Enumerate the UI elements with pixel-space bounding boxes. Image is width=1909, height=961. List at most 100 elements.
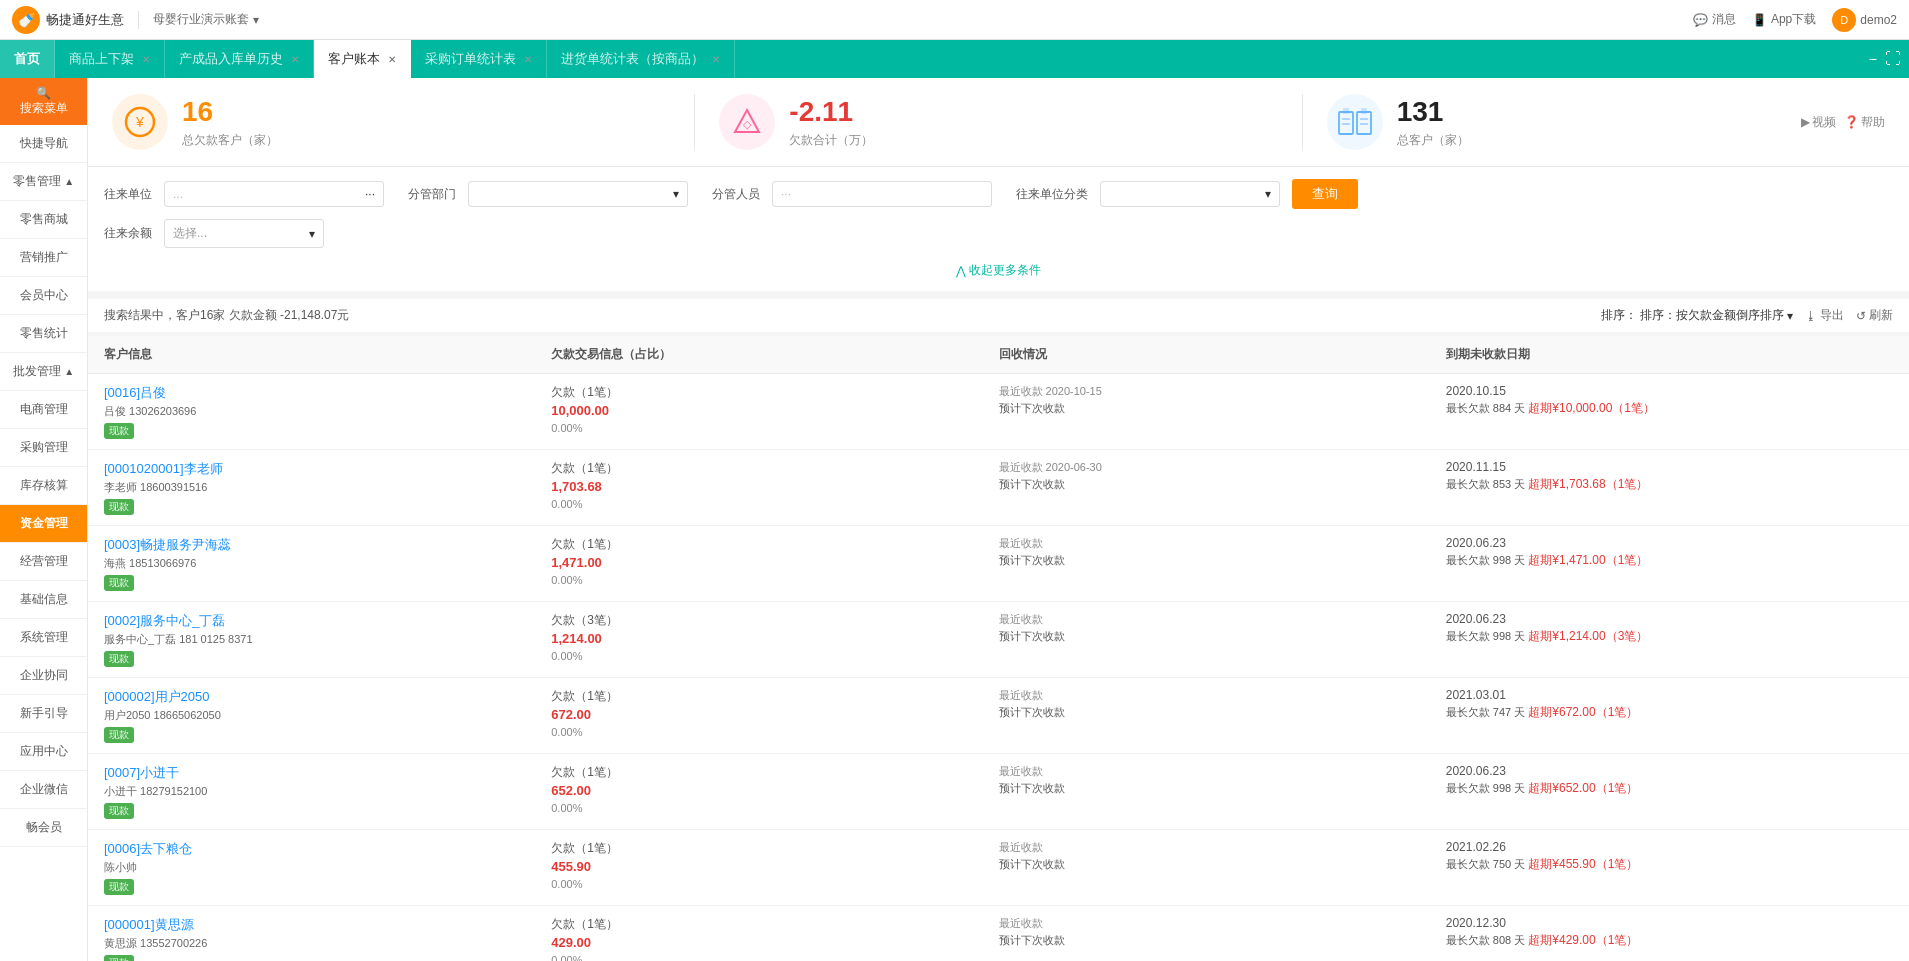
overdue-amount-5[interactable]: 超期¥672.00（1笔）	[1528, 705, 1638, 719]
sidebar-item-wholesale[interactable]: 批发管理 ▲	[0, 353, 87, 391]
customer-name-8[interactable]: [000001]黄思源	[104, 916, 551, 934]
balance-select[interactable]: 选择... ▾	[164, 219, 324, 248]
message-btn[interactable]: 💬 消息	[1693, 11, 1736, 28]
debt-count-7: 欠款（1笔）	[551, 840, 998, 857]
customer-name-6[interactable]: [0007]小迸干	[104, 764, 551, 782]
tab-home[interactable]: 首页	[0, 40, 55, 78]
debt-percent-2: 0.00%	[551, 498, 998, 510]
customer-cell-7: [0006]去下粮仓 陈小帅 现款	[104, 840, 551, 895]
sidebar-item-apps[interactable]: 应用中心	[0, 733, 87, 771]
last-collection-1: 最近收款 2020-10-15	[999, 384, 1446, 399]
debt-cell-2: 欠款（1笔） 1,703.68 0.00%	[551, 460, 998, 510]
store-chevron-icon: ▾	[253, 13, 259, 27]
help-btn[interactable]: ❓ 帮助	[1844, 114, 1885, 131]
next-collection-4: 预计下次收款	[999, 629, 1446, 644]
overdue-amount-7[interactable]: 超期¥455.90（1笔）	[1528, 857, 1638, 871]
unit-category-select[interactable]: ▾	[1100, 181, 1280, 207]
customer-name-1[interactable]: [0016]吕俊	[104, 384, 551, 402]
debt-percent-6: 0.00%	[551, 802, 998, 814]
tab-purchase-stats[interactable]: 采购订单统计表 ✕	[411, 40, 547, 78]
sidebar-search[interactable]: 🔍 搜索菜单	[0, 78, 87, 125]
sort-chevron-icon[interactable]: ▾	[1787, 309, 1793, 323]
video-icon: ▶	[1801, 115, 1810, 129]
next-collection-6: 预计下次收款	[999, 781, 1446, 796]
debt-count-4: 欠款（3笔）	[551, 612, 998, 629]
tab-inbound-stats-close[interactable]: ✕	[712, 54, 720, 65]
sidebar-item-guide[interactable]: 新手引导	[0, 695, 87, 733]
table-header: 客户信息 欠款交易信息（占比） 回收情况 到期未收款日期	[88, 336, 1909, 374]
store-selector[interactable]: 母婴行业演示账套 ▾	[153, 11, 259, 28]
nav-minimize-icon[interactable]: －	[1865, 49, 1881, 70]
sidebar-item-operations[interactable]: 经营管理	[0, 543, 87, 581]
export-btn[interactable]: ⭳ 导出	[1805, 307, 1844, 324]
query-button[interactable]: 查询	[1292, 179, 1358, 209]
tab-customer-ledger-close[interactable]: ✕	[388, 54, 396, 65]
table-row: [0006]去下粮仓 陈小帅 现款 欠款（1笔） 455.90 0.00% 最近…	[88, 830, 1909, 906]
debt-percent-7: 0.00%	[551, 878, 998, 890]
table-row: [0007]小迸干 小迸干 18279152100 现款 欠款（1笔） 652.…	[88, 754, 1909, 830]
sidebar-item-retail-mgmt[interactable]: 零售管理 ▲	[0, 163, 87, 201]
app-download-btn[interactable]: 📱 App下载	[1752, 11, 1816, 28]
sidebar-item-retail-mall[interactable]: 零售商城	[0, 201, 87, 239]
manager-input[interactable]: ···	[772, 181, 992, 207]
sidebar-search-label: 搜索菜单	[6, 100, 81, 117]
department-select[interactable]: ▾	[468, 181, 688, 207]
sidebar-item-purchase[interactable]: 采购管理	[0, 429, 87, 467]
customer-name-4[interactable]: [0002]服务中心_丁磊	[104, 612, 551, 630]
overdue-amount-3[interactable]: 超期¥1,471.00（1笔）	[1528, 553, 1648, 567]
sidebar-item-retail-stats[interactable]: 零售统计	[0, 315, 87, 353]
sidebar-item-member-center[interactable]: 会员中心	[0, 277, 87, 315]
stat-card-debt: ◇ -2.11 欠款合计（万）	[695, 94, 1302, 150]
last-collection-4: 最近收款	[999, 612, 1446, 627]
overdue-amount-1[interactable]: 超期¥10,000.00（1笔）	[1528, 401, 1655, 415]
sort-label: 排序：排序：按欠款金额倒序排序 ▾	[1601, 307, 1793, 324]
tab-purchase-stats-close[interactable]: ✕	[524, 54, 532, 65]
collection-cell-8: 最近收款 预计下次收款	[999, 916, 1446, 948]
chevron-down-icon2: ▾	[1265, 187, 1271, 201]
debt-count-3: 欠款（1笔）	[551, 536, 998, 553]
sidebar-item-ecommerce[interactable]: 电商管理	[0, 391, 87, 429]
tab-inbound-stats[interactable]: 进货单统计表（按商品） ✕	[547, 40, 735, 78]
tab-customer-ledger[interactable]: 客户账本 ✕	[314, 40, 411, 78]
collection-cell-7: 最近收款 预计下次收款	[999, 840, 1446, 872]
overdue-days-7: 最长欠款 750 天 超期¥455.90（1笔）	[1446, 856, 1893, 873]
refresh-btn[interactable]: ↺ 刷新	[1856, 307, 1893, 324]
sidebar-item-basic-info[interactable]: 基础信息	[0, 581, 87, 619]
nav-expand-icon[interactable]: ⛶	[1885, 50, 1901, 68]
sidebar-item-vip[interactable]: 畅会员	[0, 809, 87, 847]
sidebar-item-inventory[interactable]: 库存核算	[0, 467, 87, 505]
tab-products-close[interactable]: ✕	[142, 54, 150, 65]
sidebar-item-marketing[interactable]: 营销推广	[0, 239, 87, 277]
source-unit-input[interactable]: ... ···	[164, 181, 384, 207]
customer-phone-7: 陈小帅	[104, 860, 551, 875]
tab-instock[interactable]: 产成品入库单历史 ✕	[165, 40, 314, 78]
collection-cell-5: 最近收款 预计下次收款	[999, 688, 1446, 720]
customer-name-5[interactable]: [000002]用户2050	[104, 688, 551, 706]
customer-name-2[interactable]: [0001020001]李老师	[104, 460, 551, 478]
sidebar-item-collab[interactable]: 企业协同	[0, 657, 87, 695]
tab-products[interactable]: 商品上下架 ✕	[55, 40, 165, 78]
tab-instock-close[interactable]: ✕	[291, 54, 299, 65]
debt-amount-6: 652.00	[551, 783, 998, 798]
stat-icon-debt: ◇	[719, 94, 775, 150]
overdue-days-3: 最长欠款 998 天 超期¥1,471.00（1笔）	[1446, 552, 1893, 569]
debt-percent-3: 0.00%	[551, 574, 998, 586]
sidebar-item-quick-nav[interactable]: 快捷导航	[0, 125, 87, 163]
sidebar-item-finance[interactable]: 资金管理	[0, 505, 87, 543]
due-date-7: 2021.02.26	[1446, 840, 1893, 854]
overdue-amount-2[interactable]: 超期¥1,703.68（1笔）	[1528, 477, 1648, 491]
customer-name-3[interactable]: [0003]畅捷服务尹海蕊	[104, 536, 551, 554]
collapse-button[interactable]: ⋀ 收起更多条件	[956, 262, 1041, 279]
customer-name-7[interactable]: [0006]去下粮仓	[104, 840, 551, 858]
due-cell-1: 2020.10.15 最长欠款 884 天 超期¥10,000.00（1笔）	[1446, 384, 1893, 417]
overdue-amount-6[interactable]: 超期¥652.00（1笔）	[1528, 781, 1638, 795]
due-cell-6: 2020.06.23 最长欠款 998 天 超期¥652.00（1笔）	[1446, 764, 1893, 797]
tag-xian-4: 现款	[104, 651, 134, 667]
overdue-amount-4[interactable]: 超期¥1,214.00（3笔）	[1528, 629, 1648, 643]
overdue-amount-8[interactable]: 超期¥429.00（1笔）	[1528, 933, 1638, 947]
sidebar-item-system[interactable]: 系统管理	[0, 619, 87, 657]
user-avatar-btn[interactable]: D demo2	[1832, 8, 1897, 32]
sidebar-item-enterprise-wx[interactable]: 企业微信	[0, 771, 87, 809]
video-btn[interactable]: ▶ 视频	[1801, 114, 1836, 131]
col-customer-info: 客户信息	[104, 346, 551, 363]
